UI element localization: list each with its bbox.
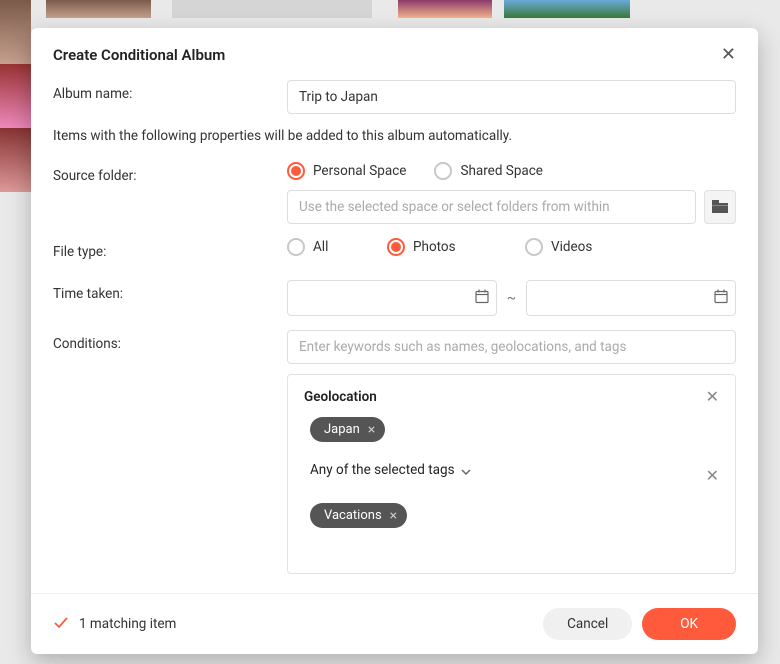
background-thumbnail [172,0,372,18]
tag-match-mode-selector[interactable]: Any of the selected tags [310,460,706,479]
background-thumbnail [46,0,151,18]
check-icon [53,615,69,634]
background-thumbnail [504,0,630,18]
radio-selected-icon [387,238,405,256]
tag-label: Vacations [324,508,382,523]
background-thumbnail-column [0,0,31,192]
source-personal-radio[interactable]: Personal Space [287,162,406,180]
source-folder-label: Source folder: [53,162,287,224]
time-to-input[interactable] [526,280,736,316]
time-taken-label: Time taken: [53,280,287,316]
album-name-input[interactable] [287,80,736,114]
radio-label: Photos [413,239,456,255]
remove-tag-icon[interactable]: × [390,509,397,523]
calendar-icon[interactable] [714,289,728,308]
browse-folder-button[interactable] [704,190,736,224]
modal-body: Album name: Items with the following pro… [31,80,758,593]
remove-condition-icon[interactable]: ✕ [706,468,719,484]
modal-footer: 1 matching item Cancel OK [31,593,758,654]
cancel-button[interactable]: Cancel [543,608,632,640]
filetype-all-radio[interactable]: All [287,238,359,256]
condition-title: Geolocation [304,389,706,405]
conditions-input[interactable] [287,330,736,364]
remove-tag-icon[interactable]: × [368,423,375,437]
condition-group-geolocation: Geolocation ✕ Japan × [304,389,719,442]
conditions-list: Geolocation ✕ Japan × [287,374,736,574]
matching-items-text: 1 matching item [79,616,176,632]
calendar-icon[interactable] [475,289,489,308]
time-from-input[interactable] [287,280,497,316]
source-folder-input[interactable] [287,190,696,224]
radio-unselected-icon [287,238,305,256]
date-range-separator: ~ [507,290,517,306]
conditions-label: Conditions: [53,330,287,574]
album-name-label: Album name: [53,80,287,114]
radio-selected-icon [287,162,305,180]
auto-add-hint: Items with the following properties will… [53,128,736,144]
selector-text: Any of the selected tags [310,462,455,478]
radio-label: Shared Space [460,163,543,179]
tag-label: Japan [324,422,360,437]
condition-group-tags: Any of the selected tags ✕ Vacations [304,460,719,528]
radio-label: Personal Space [313,163,406,179]
radio-label: Videos [551,239,592,255]
source-shared-radio[interactable]: Shared Space [434,162,543,180]
radio-label: All [313,239,328,255]
file-type-label: File type: [53,238,287,266]
modal-title: Create Conditional Album [53,46,721,64]
background-thumbnail [398,0,492,18]
radio-unselected-icon [434,162,452,180]
tag-japan[interactable]: Japan × [310,417,385,442]
filetype-photos-radio[interactable]: Photos [387,238,497,256]
chevron-down-icon [461,460,471,479]
filetype-videos-radio[interactable]: Videos [525,238,592,256]
modal-header: Create Conditional Album ✕ [31,28,758,80]
ok-button[interactable]: OK [642,608,736,640]
create-conditional-album-modal: Create Conditional Album ✕ Album name: I… [31,28,758,654]
folder-icon [712,200,728,214]
close-icon[interactable]: ✕ [721,46,736,64]
radio-unselected-icon [525,238,543,256]
tag-vacations[interactable]: Vacations × [310,503,407,528]
remove-condition-icon[interactable]: ✕ [706,389,719,405]
